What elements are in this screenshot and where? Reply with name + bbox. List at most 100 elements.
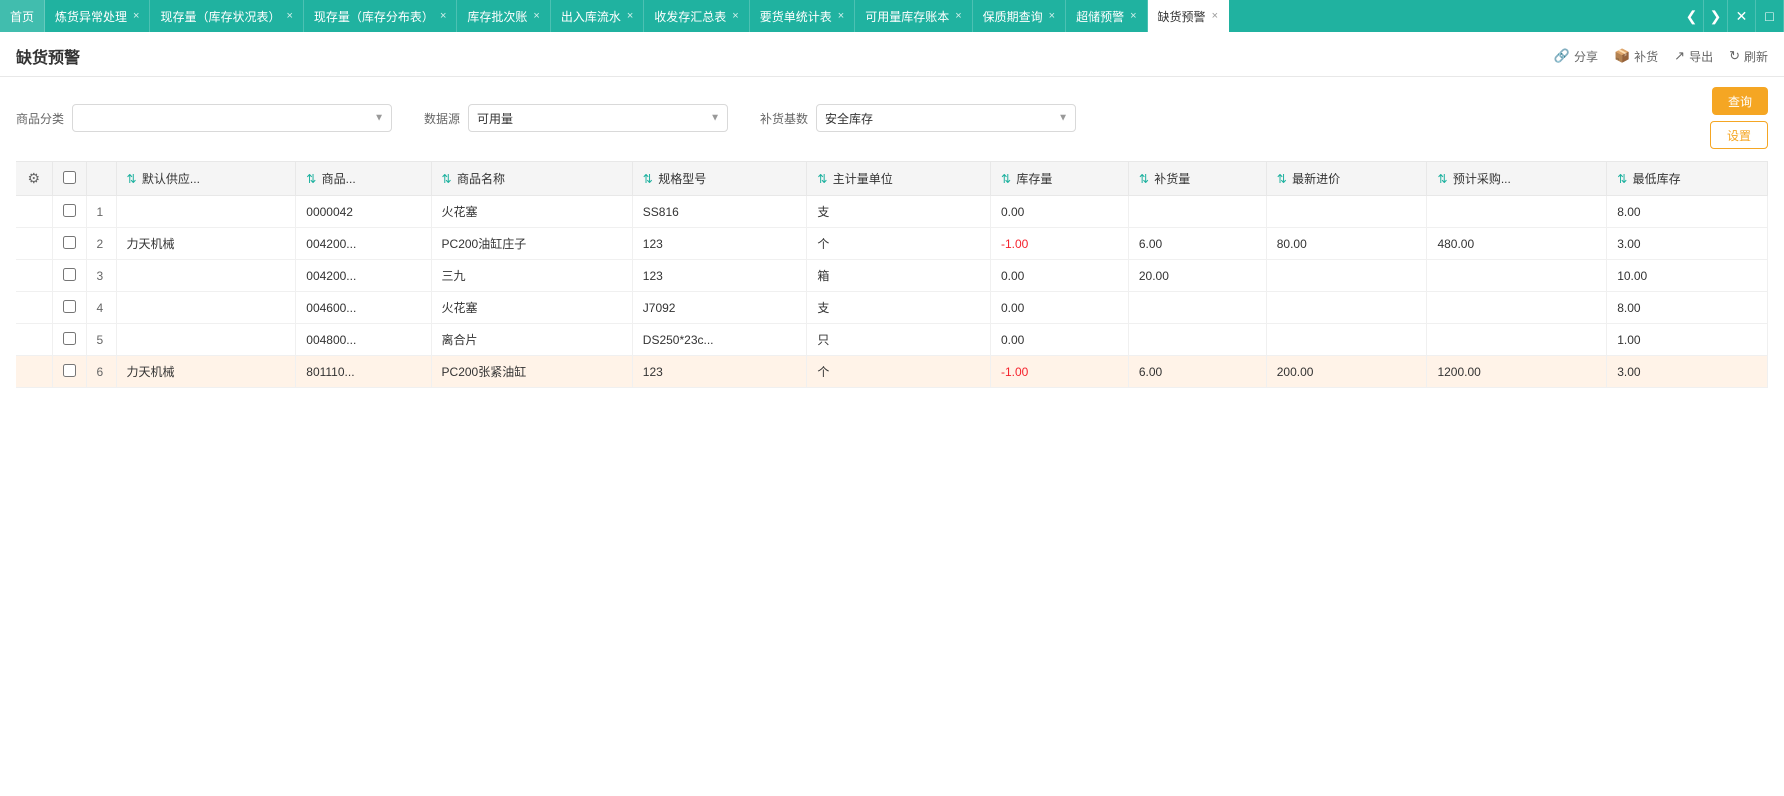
tab-close-shortage[interactable]: × xyxy=(1212,10,1218,22)
tab-close-available[interactable]: × xyxy=(955,10,961,22)
tab-available[interactable]: 可用量库存账本× xyxy=(855,0,972,32)
tab-close-expiry[interactable]: × xyxy=(1049,10,1055,22)
row-supplier xyxy=(116,196,296,228)
col-supplier[interactable]: ⇅ 默认供应... xyxy=(116,162,296,196)
tab-batch[interactable]: 库存批次账 × xyxy=(457,0,550,32)
tab-abnormal[interactable]: 炼货异常处理 × xyxy=(45,0,150,32)
tab-shortage[interactable]: 缺货预警 × xyxy=(1148,0,1229,32)
row-checkbox-3[interactable] xyxy=(63,300,76,313)
row-product-name: 火花塞 xyxy=(431,196,632,228)
row-supplier: 力天机械 xyxy=(116,228,296,260)
sort-price-icon: ⇅ xyxy=(1277,172,1287,186)
row-unit: 支 xyxy=(807,196,991,228)
tab-order-stat[interactable]: 要货单统计表× xyxy=(750,0,855,32)
table-row: 1 0000042 火花塞 SS816 支 0.00 8.00 xyxy=(16,196,1768,228)
select-all-checkbox[interactable] xyxy=(63,171,76,184)
row-replenish xyxy=(1128,196,1266,228)
row-est-purchase xyxy=(1427,196,1607,228)
sort-stock-icon: ⇅ xyxy=(1001,172,1011,186)
tab-close-overstock[interactable]: × xyxy=(1130,10,1136,22)
row-number: 6 xyxy=(86,356,116,388)
row-spec: DS250*23c... xyxy=(632,324,807,356)
tab-overstock[interactable]: 超储预警× xyxy=(1066,0,1147,32)
row-est-purchase xyxy=(1427,292,1607,324)
datasource-select[interactable]: 可用量 xyxy=(468,104,728,132)
tab-next-btn[interactable]: ❯ xyxy=(1704,0,1728,32)
tab-home[interactable]: 首页 xyxy=(0,0,45,32)
row-unit: 个 xyxy=(807,356,991,388)
tab-close-batch[interactable]: × xyxy=(533,10,539,22)
row-checkbox-cell[interactable] xyxy=(52,228,86,260)
tab-stock-dist[interactable]: 现存量（库存分布表）× xyxy=(304,0,457,32)
row-checkbox-1[interactable] xyxy=(63,236,76,249)
col-spec[interactable]: ⇅ 规格型号 xyxy=(632,162,807,196)
row-est-purchase xyxy=(1427,324,1607,356)
share-btn[interactable]: 🔗 分享 xyxy=(1554,48,1598,65)
sort-spec-icon: ⇅ xyxy=(643,172,653,186)
col-checkbox[interactable] xyxy=(52,162,86,196)
row-stock: 0.00 xyxy=(990,324,1128,356)
category-filter-group: 商品分类 ▼ xyxy=(16,104,392,132)
tab-close-all-btn[interactable]: ✕ xyxy=(1728,0,1756,32)
col-replenish[interactable]: ⇅ 补货量 xyxy=(1128,162,1266,196)
row-checkbox-cell[interactable] xyxy=(52,356,86,388)
row-checkbox-4[interactable] xyxy=(63,332,76,345)
table-row: 5 004800... 离合片 DS250*23c... 只 0.00 1.00 xyxy=(16,324,1768,356)
gear-settings-icon[interactable]: ⚙ xyxy=(27,170,40,186)
row-product-code: 004600... xyxy=(296,292,431,324)
row-gear-cell xyxy=(16,356,52,388)
col-gear[interactable]: ⚙ xyxy=(16,162,52,196)
row-checkbox-5[interactable] xyxy=(63,364,76,377)
export-btn[interactable]: ↗ 导出 xyxy=(1674,48,1713,65)
main-content: 缺货预警 🔗 分享 📦 补货 ↗ 导出 ↻ 刷新 xyxy=(0,32,1784,796)
tab-close-stock-dist[interactable]: × xyxy=(440,10,446,22)
row-checkbox-0[interactable] xyxy=(63,204,76,217)
col-latest-price[interactable]: ⇅ 最新进价 xyxy=(1266,162,1427,196)
row-checkbox-2[interactable] xyxy=(63,268,76,281)
query-button[interactable]: 查询 xyxy=(1712,87,1768,115)
tab-collect[interactable]: 收发存汇总表× xyxy=(644,0,749,32)
tab-close-abnormal[interactable]: × xyxy=(133,10,139,22)
row-checkbox-cell[interactable] xyxy=(52,292,86,324)
tab-label-abnormal: 炼货异常处理 xyxy=(55,8,127,25)
col-product-name[interactable]: ⇅ 商品名称 xyxy=(431,162,632,196)
category-select[interactable] xyxy=(72,104,392,132)
tab-close-stock-status[interactable]: × xyxy=(286,10,292,22)
replenish-btn[interactable]: 📦 补货 xyxy=(1614,48,1658,65)
row-checkbox-cell[interactable] xyxy=(52,324,86,356)
row-unit: 个 xyxy=(807,228,991,260)
row-gear-cell xyxy=(16,324,52,356)
sort-code-icon: ⇅ xyxy=(306,172,316,186)
row-product-name: PC200张紧油缸 xyxy=(431,356,632,388)
row-min-stock: 3.00 xyxy=(1607,356,1768,388)
row-product-code: 004200... xyxy=(296,260,431,292)
row-product-code: 004200... xyxy=(296,228,431,260)
tab-close-order-stat[interactable]: × xyxy=(838,10,844,22)
col-min-stock[interactable]: ⇅ 最低库存 xyxy=(1607,162,1768,196)
settings-button[interactable]: 设置 xyxy=(1710,121,1768,149)
tab-expiry[interactable]: 保质期查询× xyxy=(973,0,1066,32)
tab-expand-btn[interactable]: □ xyxy=(1756,0,1784,32)
col-est-purchase[interactable]: ⇅ 预计采购... xyxy=(1427,162,1607,196)
tab-stock-status[interactable]: 现存量（库存状况表）× xyxy=(150,0,303,32)
col-product-code[interactable]: ⇅ 商品... xyxy=(296,162,431,196)
col-stock[interactable]: ⇅ 库存量 xyxy=(990,162,1128,196)
replenish-base-select-wrapper: 安全库存 ▼ xyxy=(816,104,1076,132)
tab-inout[interactable]: 出入库流水× xyxy=(551,0,644,32)
row-checkbox-cell[interactable] xyxy=(52,260,86,292)
row-checkbox-cell[interactable] xyxy=(52,196,86,228)
tab-label-shortage: 缺货预警 xyxy=(1158,8,1206,25)
row-latest-price xyxy=(1266,292,1427,324)
replenish-base-select[interactable]: 安全库存 xyxy=(816,104,1076,132)
tab-prev-btn[interactable]: ❮ xyxy=(1680,0,1704,32)
refresh-btn[interactable]: ↻ 刷新 xyxy=(1729,48,1768,65)
row-est-purchase: 480.00 xyxy=(1427,228,1607,260)
row-product-code: 004800... xyxy=(296,324,431,356)
tab-close-inout[interactable]: × xyxy=(627,10,633,22)
table-container: ⚙ ⇅ 默认供应... ⇅ 商品... xyxy=(0,161,1784,388)
col-unit[interactable]: ⇅ 主计量单位 xyxy=(807,162,991,196)
tab-label-batch: 库存批次账 xyxy=(467,8,527,25)
tab-close-collect[interactable]: × xyxy=(732,10,738,22)
sort-unit-icon: ⇅ xyxy=(817,172,827,186)
col-rownum xyxy=(86,162,116,196)
